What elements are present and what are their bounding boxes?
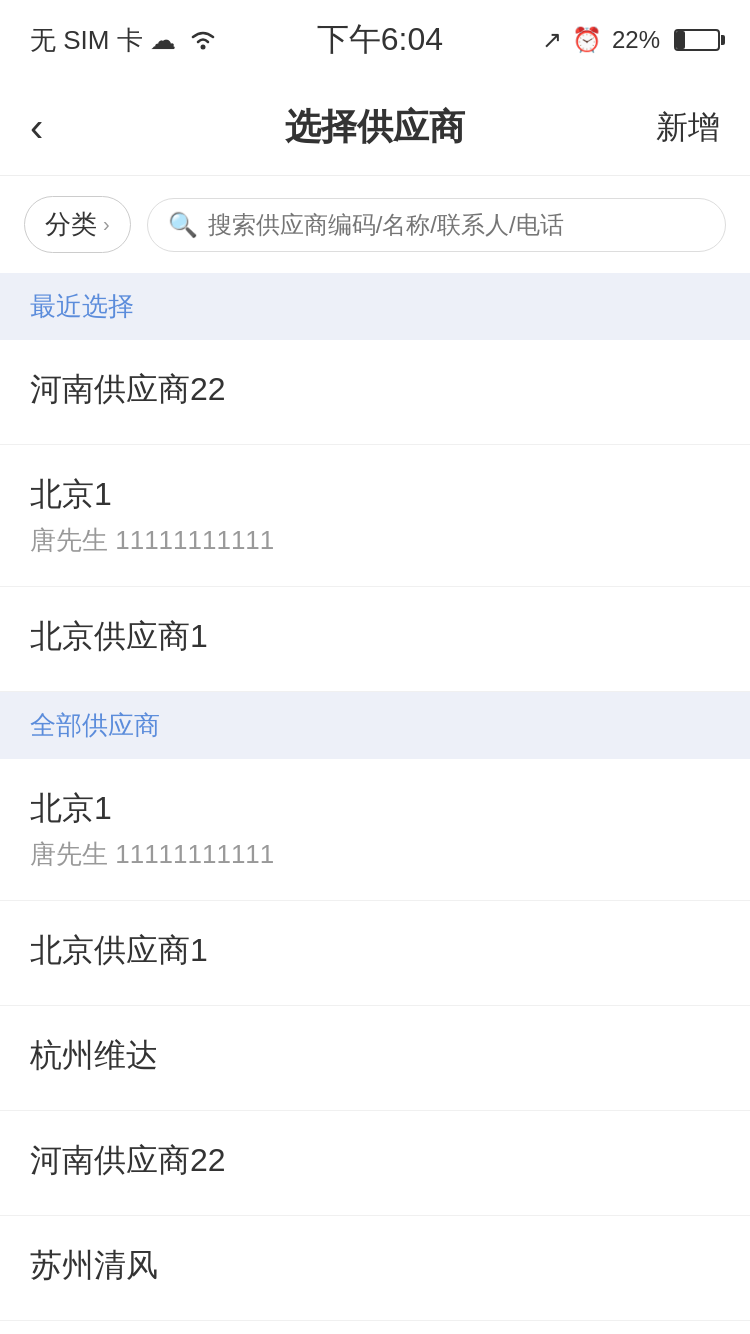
nav-bar: ‹ 选择供应商 新增: [0, 80, 750, 176]
item-contact: 唐先生 11111111111: [30, 523, 720, 558]
status-time: 下午6:04: [317, 18, 443, 62]
wifi-icon: [188, 29, 218, 51]
item-name: 北京1: [30, 473, 720, 517]
item-name: 北京供应商1: [30, 929, 720, 973]
all-list: 北京1 唐先生 11111111111 北京供应商1 杭州维达河南供应商22 苏州清风: [0, 759, 750, 1321]
search-box: 🔍: [147, 198, 726, 252]
recent-section-label: 最近选择: [30, 291, 134, 321]
status-bar: 无 SIM 卡 ☁ 下午6:04 ↗ ⏰ 22%: [0, 0, 750, 80]
category-label: 分类: [45, 207, 97, 242]
list-item[interactable]: 北京供应商1: [0, 901, 750, 1006]
item-contact: 唐先生 11111111111: [30, 837, 720, 872]
filter-bar: 分类 › 🔍: [0, 176, 750, 273]
list-item[interactable]: 北京供应商1: [0, 587, 750, 692]
search-icon: 🔍: [168, 211, 198, 239]
all-section-label: 全部供应商: [30, 710, 160, 740]
search-input[interactable]: [208, 211, 705, 239]
status-left: 无 SIM 卡 ☁: [30, 23, 218, 58]
list-item[interactable]: 河南供应商22: [0, 340, 750, 445]
svg-point-0: [200, 45, 205, 50]
sim-status: 无 SIM 卡 ☁: [30, 23, 176, 58]
item-name: 北京供应商1: [30, 615, 720, 659]
list-item[interactable]: 北京1 唐先生 11111111111: [0, 445, 750, 587]
list-item[interactable]: 河南供应商22: [0, 1111, 750, 1216]
item-name: 苏州清风: [30, 1244, 720, 1288]
list-item[interactable]: 杭州维达: [0, 1006, 750, 1111]
chevron-right-icon: ›: [103, 213, 110, 236]
recent-list: 河南供应商22 北京1 唐先生 11111111111 北京供应商1: [0, 340, 750, 692]
item-name: 河南供应商22: [30, 368, 720, 412]
item-name: 北京1: [30, 787, 720, 831]
add-button[interactable]: 新增: [640, 106, 720, 150]
battery-icon: [674, 29, 720, 51]
list-item[interactable]: 北京1 唐先生 11111111111: [0, 759, 750, 901]
status-right: ↗ ⏰ 22%: [542, 26, 720, 54]
alarm-icon: ⏰: [572, 26, 602, 54]
all-section-header: 全部供应商: [0, 692, 750, 759]
item-name: 河南供应商22: [30, 1139, 720, 1183]
battery-percent: 22%: [612, 26, 660, 54]
category-button[interactable]: 分类 ›: [24, 196, 131, 253]
recent-section-header: 最近选择: [0, 273, 750, 340]
location-icon: ↗: [542, 26, 562, 54]
list-item[interactable]: 苏州清风: [0, 1216, 750, 1321]
page-title: 选择供应商: [110, 103, 640, 152]
back-button[interactable]: ‹: [30, 105, 110, 150]
item-name: 杭州维达: [30, 1034, 720, 1078]
